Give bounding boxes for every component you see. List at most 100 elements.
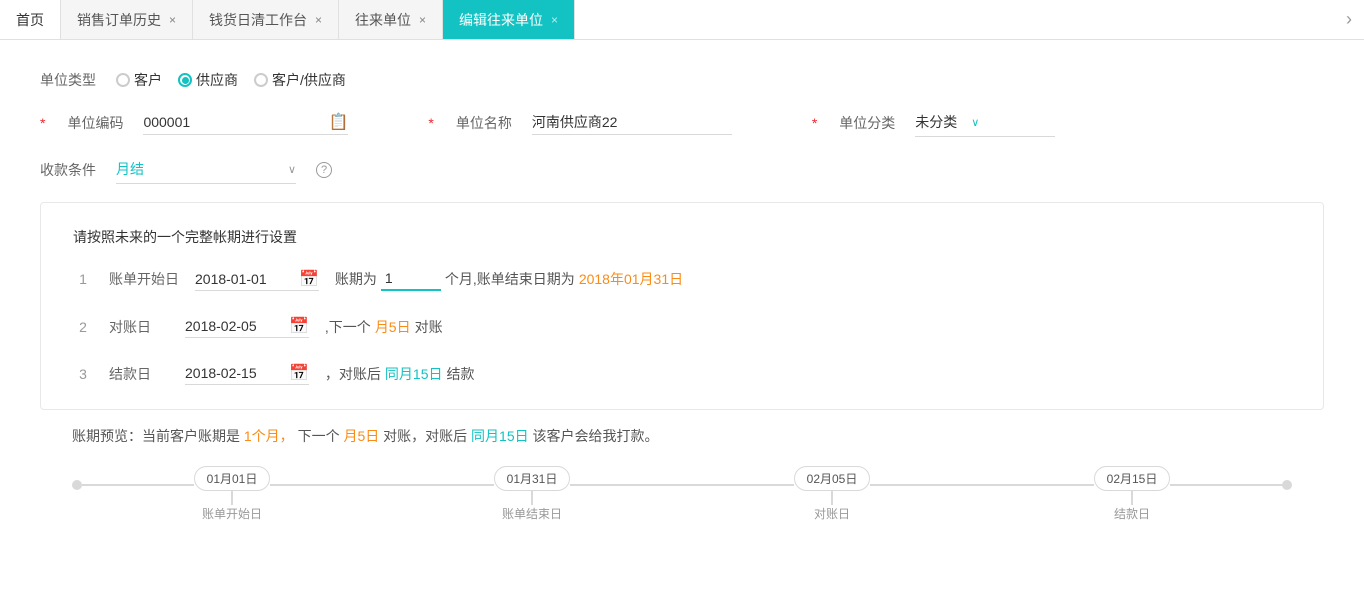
tab-partners[interactable]: 往来单位 ×: [339, 0, 443, 39]
period-row-2-label: 对账日: [109, 317, 169, 337]
preview-reconcile-suffix: 对账，对账后: [383, 428, 467, 444]
payment-terms-dropdown[interactable]: 月结 ∨: [116, 155, 296, 184]
period-row-1-cal-icon[interactable]: 📅: [299, 269, 319, 289]
tab-cashflow-close[interactable]: ×: [315, 13, 322, 27]
tab-edit-partner-close[interactable]: ×: [551, 13, 558, 27]
period-months-input[interactable]: [381, 267, 441, 291]
period-row-3: 3 结款日 📅 ，对账后 同月15日 结款: [73, 362, 1291, 385]
timeline-badge-2: 01月31日: [494, 466, 571, 491]
radio-supplier[interactable]: 供应商: [178, 70, 238, 90]
period-row-2-date-input[interactable]: [185, 315, 285, 337]
timeline-line-4: [870, 484, 1093, 486]
period-row2-suffix: 对账: [415, 317, 443, 337]
tab-sales-history-close[interactable]: ×: [169, 13, 176, 27]
timeline-line-1: [82, 484, 194, 486]
tab-partners-label: 往来单位: [355, 10, 411, 30]
period-desc-suffix: 个月,账单结束日期为: [445, 269, 575, 289]
tab-sales-history[interactable]: 销售订单历史 ×: [61, 0, 193, 39]
unit-code-icon[interactable]: 📋: [328, 112, 348, 132]
radio-supplier-label: 供应商: [196, 70, 238, 90]
period-row-3-date-input[interactable]: [185, 362, 285, 384]
timeline-connector-v-1: [231, 491, 233, 505]
period-row-2-cal-icon[interactable]: 📅: [289, 316, 309, 336]
timeline-right-dot: [1282, 480, 1292, 490]
timeline-label-3: 对账日: [814, 505, 850, 522]
period-row-3-desc: ，对账后 同月15日 结款: [325, 364, 475, 384]
period-desc-prefix: 账期为: [335, 269, 377, 289]
timeline-label-2: 账单结束日: [502, 505, 562, 522]
unit-name-required: *: [428, 115, 433, 131]
unit-name-input[interactable]: [532, 110, 732, 135]
timeline-connector-v-4: [1131, 491, 1133, 505]
radio-both-label: 客户/供应商: [272, 70, 346, 90]
preview-label: 账期预览：当前客户账期是: [72, 428, 240, 444]
preview-reconcile-prefix: 下一个: [298, 428, 340, 444]
payment-terms-arrow: ∨: [288, 163, 296, 176]
timeline-left-dot: [72, 480, 82, 490]
preview-pay-day: 同月15日: [471, 428, 529, 444]
timeline-point-1: 01月01日 账单开始日: [194, 466, 271, 522]
radio-customer[interactable]: 客户: [116, 70, 162, 90]
timeline-point-2: 01月31日 账单结束日: [494, 466, 571, 522]
unit-class-label: 单位分类: [839, 113, 895, 133]
preview-pay-suffix: 该客户会给我打款。: [533, 428, 659, 444]
period-row-2: 2 对账日 📅 ,下一个 月5日 对账: [73, 315, 1291, 338]
period-row2-day: 月5日: [375, 317, 411, 337]
payment-terms-value: 月结: [116, 159, 144, 179]
payment-terms-label: 收款条件: [40, 160, 96, 180]
period-row-2-date-wrap: 📅: [185, 315, 309, 338]
period-row3-suffix: 结款: [447, 364, 475, 384]
tab-expand-button[interactable]: ›: [1334, 0, 1364, 39]
period-row-2-num: 2: [73, 319, 93, 335]
payment-terms-row: 收款条件 月结 ∨ ?: [40, 155, 1324, 184]
period-row-1-date-wrap: 📅: [195, 268, 319, 291]
unit-name-label: 单位名称: [456, 113, 512, 133]
tab-home-label: 首页: [16, 10, 44, 30]
unit-type-radio-group: 客户 供应商 客户/供应商: [116, 70, 346, 90]
period-end-date: 2018年01月31日: [579, 269, 683, 289]
timeline-line-5: [1170, 484, 1282, 486]
unit-code-label: 单位编码: [67, 113, 123, 133]
timeline-badge-1: 01月01日: [194, 466, 271, 491]
period-row-3-num: 3: [73, 366, 93, 382]
unit-info-row: * 单位编码 📋 * 单位名称 * 单位分类 未分类 ∨: [40, 108, 1324, 137]
unit-class-dropdown[interactable]: 未分类 ∨: [915, 108, 1055, 137]
timeline-connector-v-3: [831, 491, 833, 505]
timeline-line-3: [570, 484, 793, 486]
unit-code-input[interactable]: [143, 110, 324, 134]
preview-section: 账期预览：当前客户账期是 1个月， 下一个 月5日 对账，对账后 同月15日 该…: [40, 410, 1324, 538]
period-section-title: 请按照未来的一个完整帐期进行设置: [73, 227, 1291, 247]
timeline-label-1: 账单开始日: [202, 505, 262, 522]
tab-cashflow[interactable]: 钱货日清工作台 ×: [193, 0, 339, 39]
timeline-line-2: [270, 484, 493, 486]
tab-sales-history-label: 销售订单历史: [77, 10, 161, 30]
period-row-1-label: 账单开始日: [109, 269, 179, 289]
timeline-badge-4: 02月15日: [1094, 466, 1171, 491]
tab-edit-partner-label: 编辑往来单位: [459, 10, 543, 30]
period-row2-prefix: ,下一个: [325, 317, 371, 337]
period-row-1-desc: 账期为 个月,账单结束日期为 2018年01月31日: [335, 267, 683, 291]
tab-edit-partner[interactable]: 编辑往来单位 ×: [443, 0, 575, 39]
period-section: 请按照未来的一个完整帐期进行设置 1 账单开始日 📅 账期为 个月,账单结束日期…: [40, 202, 1324, 410]
radio-supplier-circle: [178, 73, 192, 87]
period-row3-prefix: ，对账后: [325, 364, 381, 384]
timeline-container: 01月01日 账单开始日 01月31日 账单结束日 02月05日 对账日: [72, 466, 1292, 522]
unit-code-field: 📋: [143, 110, 348, 135]
tab-home[interactable]: 首页: [0, 0, 61, 39]
radio-customer-label: 客户: [134, 70, 162, 90]
timeline-point-4: 02月15日 结款日: [1094, 466, 1171, 522]
payment-terms-help[interactable]: ?: [316, 162, 332, 178]
radio-both-circle: [254, 73, 268, 87]
radio-both[interactable]: 客户/供应商: [254, 70, 346, 90]
main-content: 单位类型 客户 供应商 客户/供应商 * 单位编码 📋 * 单位名称: [0, 40, 1364, 608]
period-row-3-cal-icon[interactable]: 📅: [289, 363, 309, 383]
period-row-1-date-input[interactable]: [195, 268, 295, 290]
tab-cashflow-label: 钱货日清工作台: [209, 10, 307, 30]
preview-period: 1个月，: [244, 428, 294, 444]
timeline-point-3: 02月05日 对账日: [794, 466, 871, 522]
tab-partners-close[interactable]: ×: [419, 13, 426, 27]
preview-reconcile-day: 月5日: [343, 428, 379, 444]
unit-class-arrow: ∨: [971, 116, 979, 129]
unit-class-value: 未分类: [915, 112, 957, 132]
period-row3-day: 同月15日: [385, 364, 443, 384]
